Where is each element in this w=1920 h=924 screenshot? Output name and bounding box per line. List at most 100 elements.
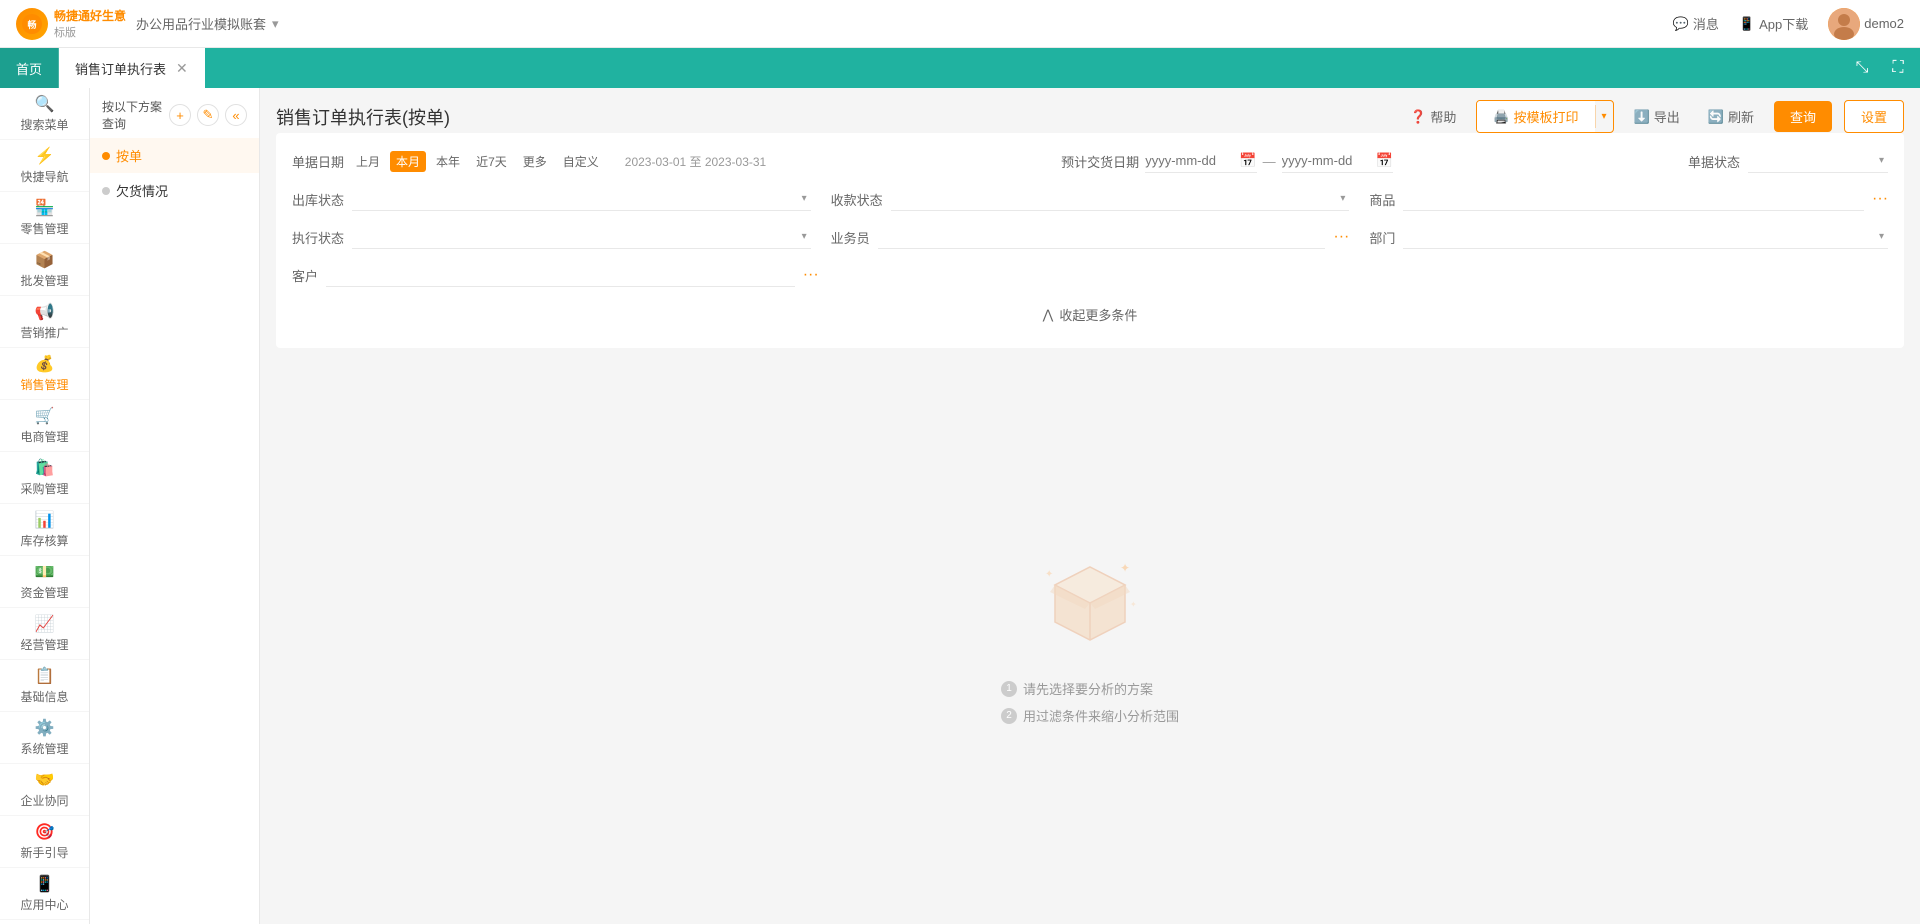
- collapse-more-button[interactable]: ⋀ 收起更多条件: [292, 297, 1888, 332]
- empty-tip-2: 2 用过滤条件来缩小分析范围: [1001, 706, 1179, 725]
- refresh-button[interactable]: 🔄 刷新: [1700, 103, 1762, 130]
- message-icon: 💬: [1673, 16, 1689, 32]
- execution-status-select[interactable]: [352, 225, 811, 248]
- goods-more-icon[interactable]: ···: [1872, 190, 1888, 208]
- left-panel-item-press-single[interactable]: 按单: [90, 138, 259, 173]
- date-separator: —: [1263, 154, 1276, 169]
- goods-input[interactable]: [1403, 187, 1864, 211]
- app-download-button[interactable]: 📱 App下载: [1739, 14, 1808, 33]
- logo-text: 畅捷通好生意 标版: [54, 7, 126, 40]
- print-button[interactable]: 🖨️ 按模板打印: [1477, 101, 1594, 132]
- query-label: 查询: [1790, 107, 1816, 126]
- date-end-input[interactable]: [1282, 149, 1372, 172]
- left-panel-edit-button[interactable]: ✎: [197, 104, 219, 126]
- print-icon: 🖨️: [1493, 109, 1509, 125]
- export-button[interactable]: ⬇️ 导出: [1626, 103, 1688, 130]
- refresh-label: 刷新: [1728, 107, 1754, 126]
- sidebar-item-operations[interactable]: 📈 经营管理: [0, 608, 89, 660]
- page-title: 销售订单执行表(按单): [276, 104, 450, 130]
- message-button[interactable]: 💬 消息: [1673, 14, 1719, 33]
- sidebar-item-search-menu[interactable]: 🔍 搜索菜单: [0, 88, 89, 140]
- left-panel-item-debt[interactable]: 欠货情况: [90, 173, 259, 208]
- sidebar-item-sales[interactable]: 💰 销售管理: [0, 348, 89, 400]
- avatar: [1828, 8, 1860, 40]
- left-panel-add-button[interactable]: +: [169, 104, 191, 126]
- tip1-text: 请先选择要分析的方案: [1023, 679, 1153, 698]
- payment-status-select[interactable]: [891, 187, 1350, 210]
- sales-icon: 💰: [35, 354, 55, 374]
- date-tab-more[interactable]: 更多: [517, 151, 553, 172]
- tab-home[interactable]: 首页: [0, 48, 59, 88]
- tip1-number: 1: [1001, 681, 1017, 697]
- left-panel-actions: + ✎ «: [169, 104, 247, 126]
- quick-nav-icon: ⚡: [35, 146, 55, 166]
- bill-status-select[interactable]: [1748, 149, 1888, 172]
- tab-close-icon[interactable]: ✕: [176, 60, 188, 77]
- salesman-group: 业务员 ···: [831, 225, 1350, 249]
- sidebar-item-ecommerce[interactable]: 🛒 电商管理: [0, 400, 89, 452]
- salesman-more-icon[interactable]: ···: [1333, 228, 1349, 246]
- ecommerce-icon: 🛒: [35, 406, 55, 426]
- query-button[interactable]: 查询: [1774, 101, 1832, 132]
- salesman-input[interactable]: [878, 225, 1326, 249]
- sidebar-item-quick-nav[interactable]: ⚡ 快捷导航: [0, 140, 89, 192]
- expected-date-label: 预计交货日期: [1061, 152, 1139, 171]
- debt-label: 欠货情况: [116, 181, 168, 200]
- help-button[interactable]: ❓ 帮助: [1402, 103, 1464, 130]
- left-panel: 按以下方案查询 + ✎ « 按单 欠货情况: [90, 88, 260, 924]
- date-tab-last-month[interactable]: 上月: [350, 151, 386, 172]
- basic-info-icon: 📋: [35, 666, 55, 686]
- help-icon: ❓: [1410, 109, 1426, 125]
- customer-input[interactable]: [326, 263, 795, 287]
- print-dropdown-button[interactable]: ▾: [1595, 105, 1613, 128]
- svg-text:✦: ✦: [1045, 569, 1053, 580]
- bill-status-label: 单据状态: [1688, 152, 1740, 171]
- sidebar-item-enterprise[interactable]: 🤝 企业协同: [0, 764, 89, 816]
- customer-more-icon[interactable]: ···: [803, 266, 819, 284]
- sidebar-item-purchase[interactable]: 🛍️ 采购管理: [0, 452, 89, 504]
- breadcrumb-arrow-icon[interactable]: ▾: [272, 16, 279, 32]
- sidebar-item-app-center[interactable]: 📱 应用中心: [0, 868, 89, 920]
- date-tab-custom[interactable]: 自定义: [557, 151, 605, 172]
- sidebar-item-wechat[interactable]: 💬 企业微信: [0, 920, 89, 924]
- tab-sales-order[interactable]: 销售订单执行表 ✕: [59, 48, 205, 88]
- finance-icon: 💵: [35, 562, 55, 582]
- sidebar-item-inventory[interactable]: 📊 库存核算: [0, 504, 89, 556]
- left-panel-collapse-button[interactable]: «: [225, 104, 247, 126]
- settings-label: 设置: [1861, 107, 1887, 126]
- retail-label: 零售管理: [20, 220, 68, 237]
- settings-button[interactable]: 设置: [1844, 100, 1904, 133]
- new-user-label: 新手引导: [20, 844, 68, 861]
- calendar-end-icon[interactable]: 📅: [1376, 152, 1393, 169]
- tab-expand-icon[interactable]: ⛶: [1884, 54, 1912, 82]
- date-start-input[interactable]: [1145, 149, 1235, 172]
- date-tab-this-year[interactable]: 本年: [430, 151, 466, 172]
- sidebar-item-retail[interactable]: 🏪 零售管理: [0, 192, 89, 244]
- filter-row-2: 出库状态 ▾ 收款状态 ▾: [292, 187, 1888, 211]
- delivery-status-select-wrap: ▾: [352, 187, 811, 211]
- sidebar-item-finance[interactable]: 💵 资金管理: [0, 556, 89, 608]
- department-select-wrap: ▾: [1403, 225, 1888, 249]
- sidebar-item-marketing[interactable]: 📢 营销推广: [0, 296, 89, 348]
- department-select[interactable]: [1403, 225, 1888, 248]
- quick-nav-label: 快捷导航: [20, 168, 68, 185]
- new-user-icon: 🎯: [35, 822, 55, 842]
- date-tab-this-month[interactable]: 本月: [390, 151, 426, 172]
- tab-minimize-icon[interactable]: ⤡: [1848, 54, 1876, 82]
- print-button-group: 🖨️ 按模板打印 ▾: [1476, 100, 1613, 133]
- logo-area: 畅 畅捷通好生意 标版: [16, 7, 126, 40]
- sidebar-item-new-user[interactable]: 🎯 新手引导: [0, 816, 89, 868]
- sidebar-item-basic-info[interactable]: 📋 基础信息: [0, 660, 89, 712]
- ecommerce-label: 电商管理: [20, 428, 68, 445]
- calendar-start-icon[interactable]: 📅: [1239, 152, 1256, 169]
- delivery-status-select[interactable]: [352, 187, 811, 210]
- user-profile[interactable]: demo2: [1828, 8, 1904, 40]
- sidebar-item-wholesale[interactable]: 📦 批发管理: [0, 244, 89, 296]
- sidebar-item-system[interactable]: ⚙️ 系统管理: [0, 712, 89, 764]
- home-tab-label: 首页: [16, 59, 42, 78]
- filter-row-4: 客户 ···: [292, 263, 1888, 287]
- search-menu-label: 搜索菜单: [20, 116, 68, 133]
- date-tab-7days[interactable]: 近7天: [470, 151, 513, 172]
- search-menu-icon: 🔍: [35, 94, 55, 114]
- retail-icon: 🏪: [35, 198, 55, 218]
